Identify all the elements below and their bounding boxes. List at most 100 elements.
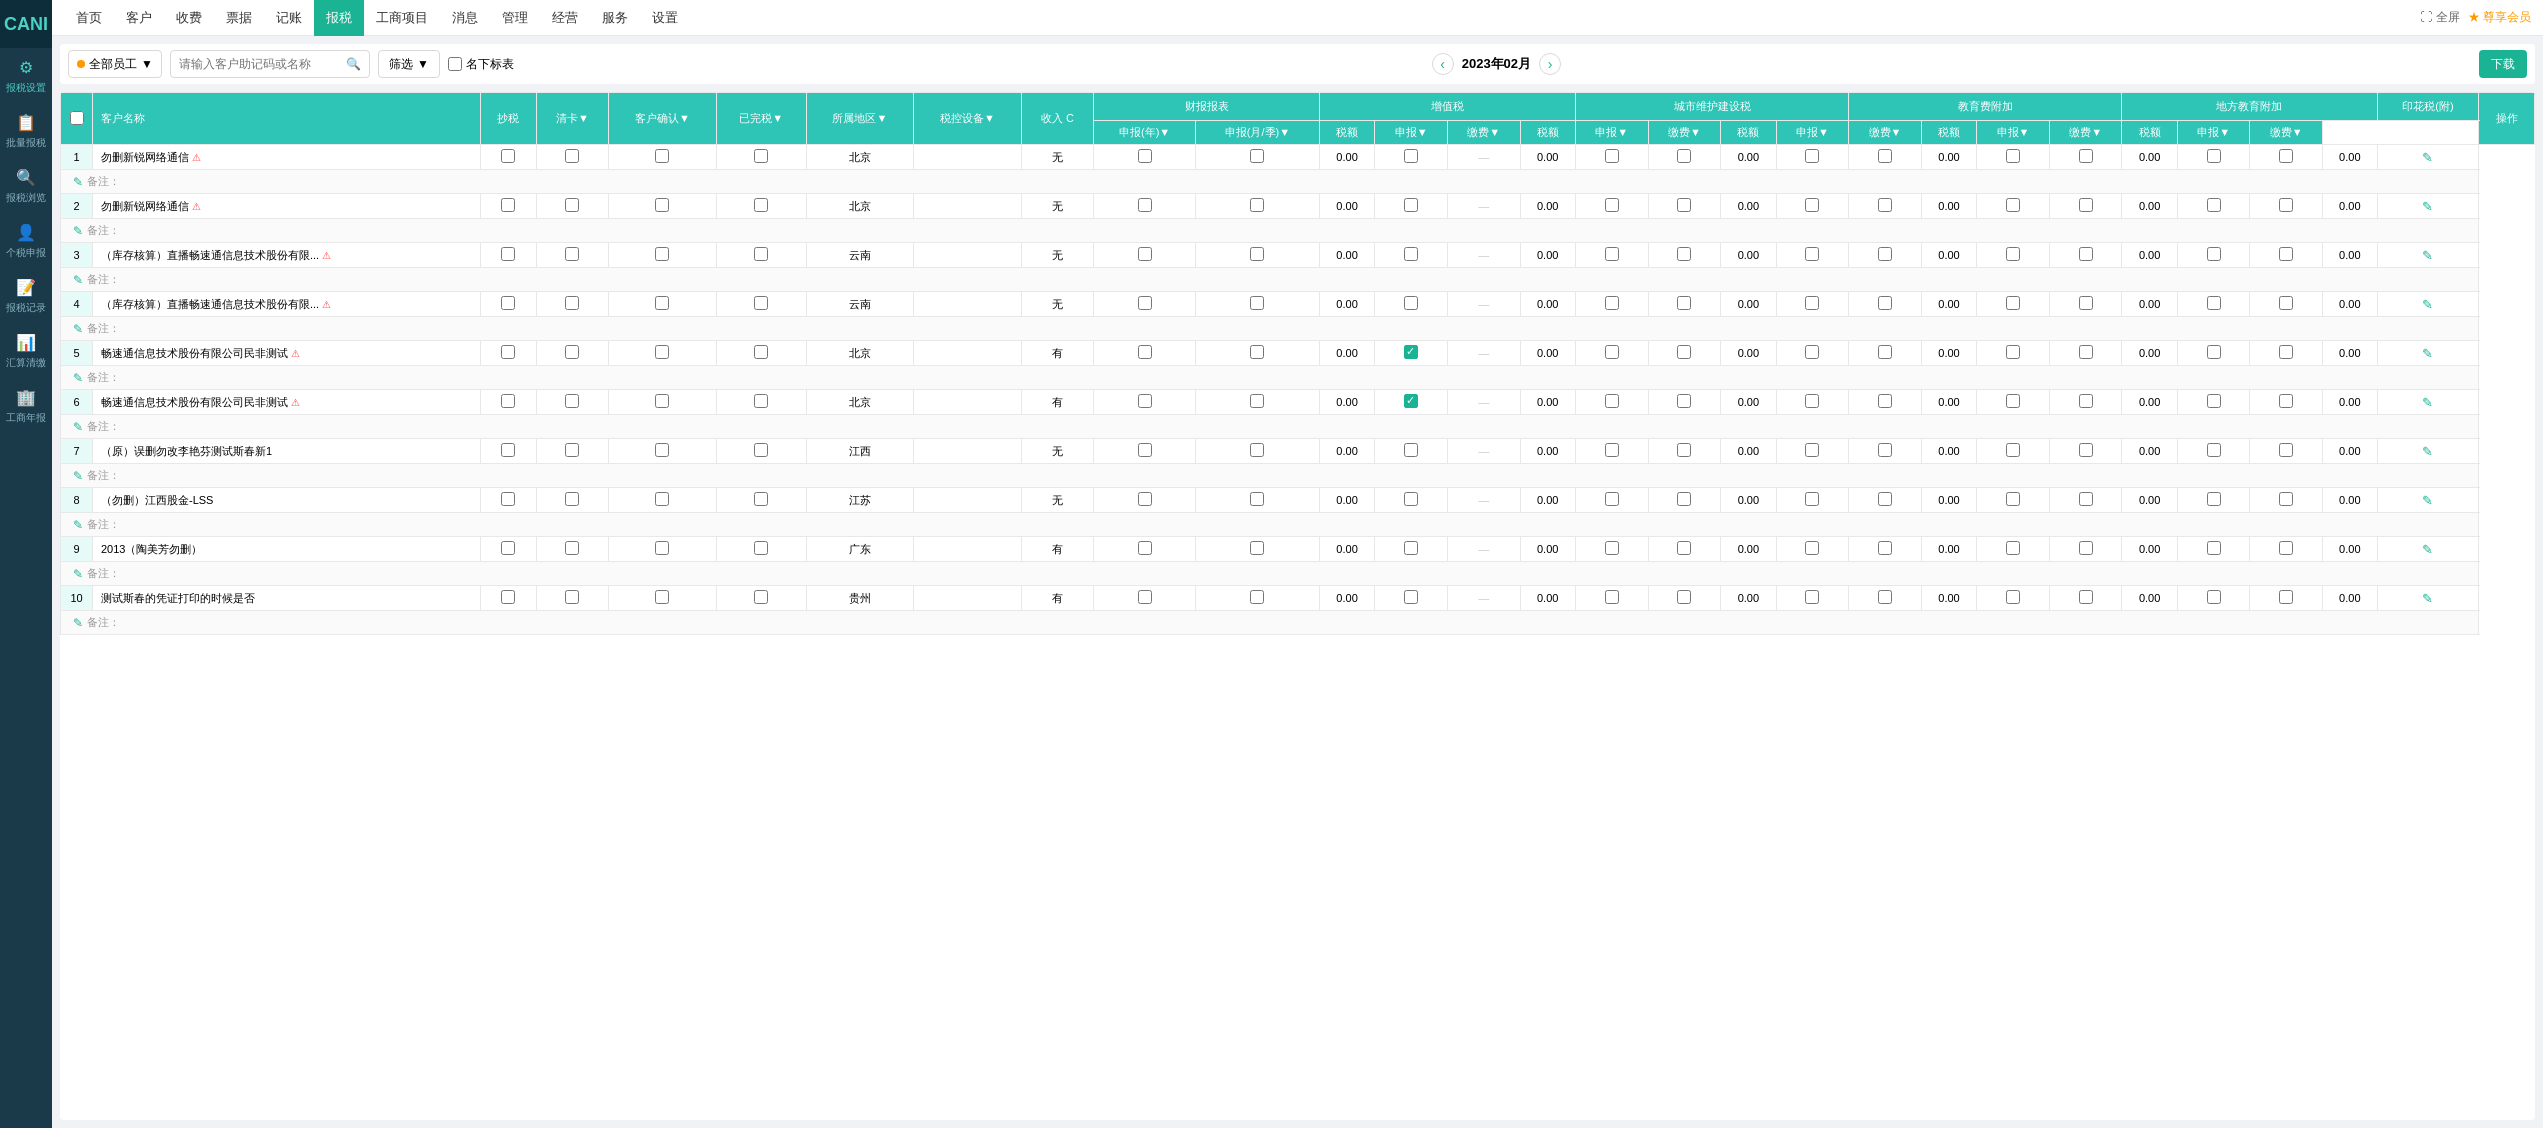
chaoshui-checkbox[interactable]	[501, 443, 515, 457]
tax-col-10[interactable]	[2177, 537, 2250, 562]
qingka-checkbox[interactable]	[565, 443, 579, 457]
caiwu-year-checkbox[interactable]	[1138, 394, 1152, 408]
completed-tax-checkbox[interactable]	[754, 443, 768, 457]
tax-checkbox[interactable]	[2279, 492, 2293, 506]
caiwu-month-checkbox[interactable]	[1250, 541, 1264, 555]
tax-col-11[interactable]	[2250, 439, 2323, 464]
tax-checkbox[interactable]	[1805, 149, 1819, 163]
tax-col-8[interactable]	[2049, 439, 2122, 464]
tax-checkbox[interactable]	[1677, 492, 1691, 506]
customer-confirm-cell[interactable]	[609, 390, 716, 415]
tax-col-2[interactable]	[1648, 194, 1721, 219]
tax-checkbox[interactable]	[1605, 541, 1619, 555]
zs-shenb-cell[interactable]	[1375, 586, 1448, 611]
tax-col-8[interactable]	[2049, 194, 2122, 219]
tax-col-8[interactable]	[2049, 145, 2122, 170]
caiwu-year-checkbox[interactable]	[1138, 247, 1152, 261]
customer-confirm-cell[interactable]	[609, 537, 716, 562]
tax-checkbox[interactable]	[2207, 149, 2221, 163]
tax-checkbox[interactable]	[1677, 394, 1691, 408]
edit-note-icon[interactable]: ✎	[73, 175, 83, 189]
tax-col-11[interactable]	[2250, 586, 2323, 611]
customer-confirm-cell[interactable]	[609, 439, 716, 464]
completed-tax-checkbox[interactable]	[754, 149, 768, 163]
qingka-cell[interactable]	[536, 194, 609, 219]
tax-col-10[interactable]	[2177, 341, 2250, 366]
qingka-checkbox[interactable]	[565, 345, 579, 359]
tax-checkbox[interactable]	[2279, 541, 2293, 555]
search-input[interactable]	[179, 57, 346, 71]
tax-checkbox[interactable]	[1677, 198, 1691, 212]
edit-note-icon[interactable]: ✎	[73, 420, 83, 434]
tax-checkbox[interactable]	[1605, 590, 1619, 604]
customer-confirm-checkbox[interactable]	[655, 541, 669, 555]
tax-checkbox[interactable]	[1805, 296, 1819, 310]
completed-tax-cell[interactable]	[716, 243, 806, 268]
tax-checkbox[interactable]	[1805, 247, 1819, 261]
zs-shenb-checkbox[interactable]	[1404, 149, 1418, 163]
edit-button[interactable]: ✎	[2418, 542, 2437, 557]
edit-note-icon[interactable]: ✎	[73, 273, 83, 287]
tax-col-4[interactable]	[1776, 341, 1849, 366]
tax-col-8[interactable]	[2049, 243, 2122, 268]
caiwu-month-cell[interactable]	[1195, 537, 1319, 562]
edit-note-icon[interactable]: ✎	[73, 371, 83, 385]
tax-col-2[interactable]	[1648, 390, 1721, 415]
tax-col-2[interactable]	[1648, 145, 1721, 170]
caiwu-month-cell[interactable]	[1195, 292, 1319, 317]
caiwu-year-checkbox[interactable]	[1138, 296, 1152, 310]
date-prev-btn[interactable]: ‹	[1432, 53, 1454, 75]
completed-tax-checkbox[interactable]	[754, 541, 768, 555]
qingka-cell[interactable]	[536, 390, 609, 415]
tax-checkbox[interactable]	[2006, 541, 2020, 555]
tax-checkbox[interactable]	[1878, 247, 1892, 261]
nav-fuwu[interactable]: 服务	[590, 0, 640, 36]
nav-xiaoxi[interactable]: 消息	[440, 0, 490, 36]
caiwu-month-cell[interactable]	[1195, 145, 1319, 170]
tax-checkbox[interactable]	[2006, 590, 2020, 604]
operation-cell[interactable]: ✎	[2377, 292, 2479, 317]
tax-col-5[interactable]	[1849, 145, 1922, 170]
zs-shenb-cell[interactable]	[1375, 194, 1448, 219]
tax-col-8[interactable]	[2049, 292, 2122, 317]
tax-col-4[interactable]	[1776, 243, 1849, 268]
tax-checkbox[interactable]	[2006, 247, 2020, 261]
completed-tax-cell[interactable]	[716, 341, 806, 366]
zs-shenb-checkbox[interactable]	[1404, 492, 1418, 506]
completed-tax-cell[interactable]	[716, 194, 806, 219]
caiwu-month-cell[interactable]	[1195, 341, 1319, 366]
tax-col-10[interactable]	[2177, 243, 2250, 268]
caiwu-month-checkbox[interactable]	[1250, 443, 1264, 457]
edit-button[interactable]: ✎	[2418, 591, 2437, 606]
tax-checkbox[interactable]	[1805, 345, 1819, 359]
tax-col-1[interactable]	[1575, 243, 1648, 268]
caiwu-year-cell[interactable]	[1094, 390, 1196, 415]
tax-col-10[interactable]	[2177, 488, 2250, 513]
tax-checkbox[interactable]	[2079, 296, 2093, 310]
qingka-checkbox[interactable]	[565, 247, 579, 261]
tax-col-1[interactable]	[1575, 145, 1648, 170]
caiwu-month-checkbox[interactable]	[1250, 296, 1264, 310]
tax-checkbox[interactable]	[2006, 345, 2020, 359]
tax-col-7[interactable]	[1977, 390, 2050, 415]
tax-checkbox[interactable]	[1605, 198, 1619, 212]
tax-col-2[interactable]	[1648, 537, 1721, 562]
nav-piaoju[interactable]: 票据	[214, 0, 264, 36]
filter-button[interactable]: 筛选 ▼	[378, 50, 440, 78]
tax-checkbox[interactable]	[2279, 149, 2293, 163]
qingka-checkbox[interactable]	[565, 394, 579, 408]
completed-tax-cell[interactable]	[716, 537, 806, 562]
qingka-checkbox[interactable]	[565, 296, 579, 310]
tax-col-4[interactable]	[1776, 439, 1849, 464]
tax-checkbox[interactable]	[2279, 296, 2293, 310]
caiwu-month-checkbox[interactable]	[1250, 198, 1264, 212]
select-all-checkbox[interactable]	[70, 111, 84, 125]
tax-col-1[interactable]	[1575, 537, 1648, 562]
completed-tax-cell[interactable]	[716, 488, 806, 513]
caiwu-year-checkbox[interactable]	[1138, 541, 1152, 555]
chaoshui-cell[interactable]	[481, 292, 536, 317]
tax-col-5[interactable]	[1849, 341, 1922, 366]
tax-col-5[interactable]	[1849, 194, 1922, 219]
qingka-checkbox[interactable]	[565, 149, 579, 163]
tax-col-4[interactable]	[1776, 586, 1849, 611]
